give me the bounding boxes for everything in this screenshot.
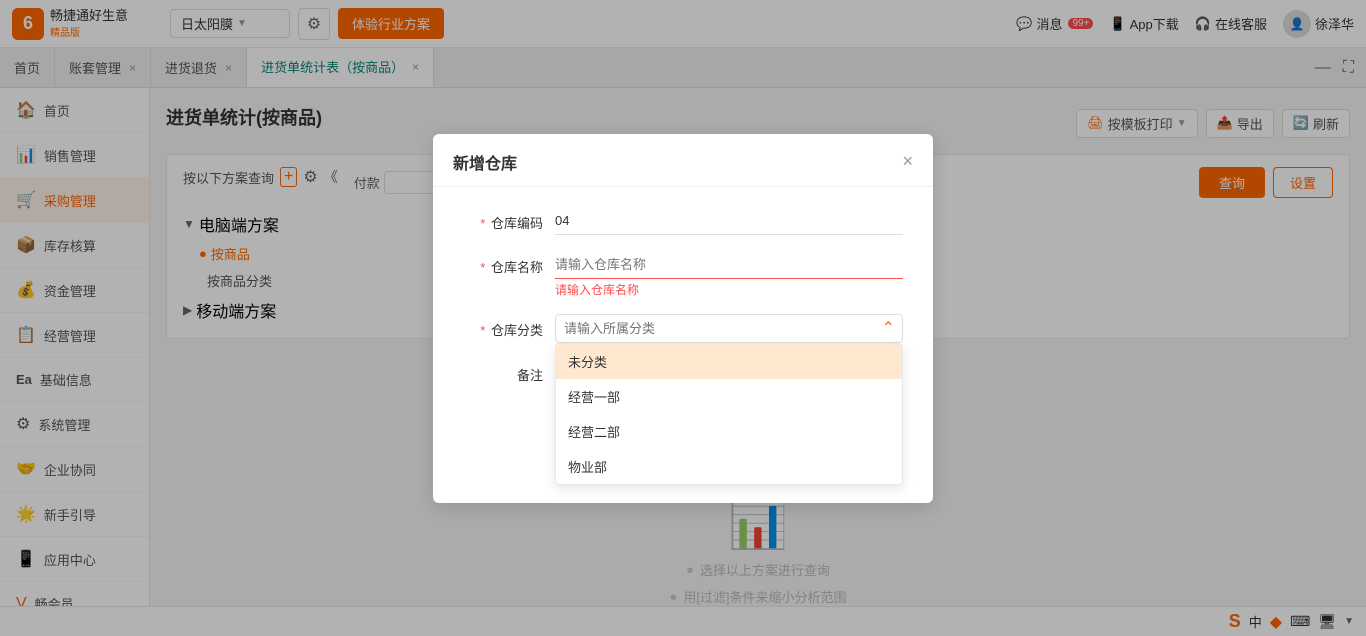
modal-overlay: 新增仓库 × * 仓库编码 * 仓库名称 <box>0 0 1366 636</box>
category-input[interactable] <box>555 314 903 343</box>
dropdown-item-dept1[interactable]: 经营一部 <box>556 379 902 414</box>
modal-header: 新增仓库 × <box>433 134 933 187</box>
chevron-up-icon[interactable]: ⌃ <box>882 318 895 338</box>
category-input-wrap: ⌃ 未分类 经营一部 经营二部 物业部 <box>555 314 903 343</box>
name-label: * 仓库名称 <box>463 251 543 276</box>
modal-body: * 仓库编码 * 仓库名称 请输入仓库名称 <box>433 187 933 440</box>
code-field-row: * 仓库编码 <box>463 207 903 235</box>
name-field-row: * 仓库名称 请输入仓库名称 <box>463 251 903 298</box>
name-input[interactable] <box>555 251 903 279</box>
category-dropdown: 未分类 经营一部 经营二部 物业部 <box>555 343 903 485</box>
dropdown-item-dept2[interactable]: 经营二部 <box>556 414 902 449</box>
dropdown-item-dept3[interactable]: 物业部 <box>556 449 902 484</box>
category-field-row: * 仓库分类 ⌃ 未分类 经营一部 经营二部 <box>463 314 903 343</box>
new-warehouse-modal: 新增仓库 × * 仓库编码 * 仓库名称 <box>433 134 933 503</box>
name-input-wrap: 请输入仓库名称 <box>555 251 903 298</box>
code-input-wrap <box>555 207 903 235</box>
dropdown-item-uncategorized[interactable]: 未分类 <box>556 344 902 379</box>
category-label: * 仓库分类 <box>463 314 543 339</box>
modal-title: 新增仓库 <box>453 150 517 174</box>
modal-close-button[interactable]: × <box>902 151 913 172</box>
name-error-message: 请输入仓库名称 <box>555 281 903 298</box>
note-label: 备注 <box>463 359 543 384</box>
code-input[interactable] <box>555 207 903 235</box>
code-label: * 仓库编码 <box>463 207 543 232</box>
